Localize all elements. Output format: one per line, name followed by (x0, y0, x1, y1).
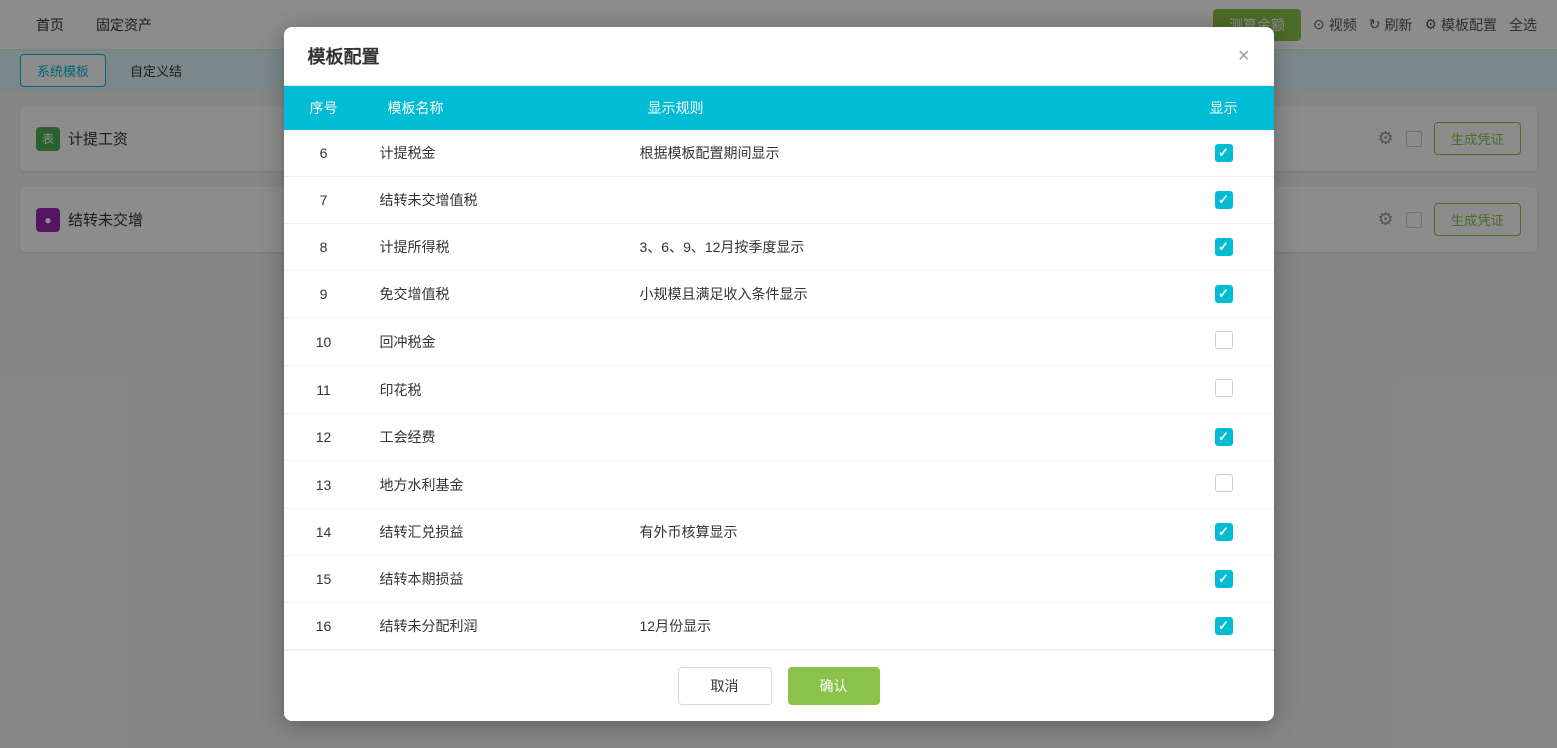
table-row: 11印花税 (284, 366, 1274, 414)
checkbox-7[interactable] (1215, 191, 1233, 209)
table-row: 7结转未交增值税 (284, 177, 1274, 224)
modal-overlay: 模板配置 × 序号 模板名称 显示规则 显示 6计提税金根据模板配置期间显示7结… (0, 0, 1557, 748)
cell-checkbox (1174, 603, 1274, 650)
cell-rule (624, 366, 1174, 414)
cell-index: 9 (284, 271, 364, 318)
cell-checkbox (1174, 414, 1274, 461)
cell-name: 计提所得税 (364, 224, 624, 271)
checkbox-11[interactable] (1215, 379, 1233, 397)
checkbox-6[interactable] (1215, 144, 1233, 162)
checkbox-9[interactable] (1215, 285, 1233, 303)
cell-name: 计提税金 (364, 130, 624, 177)
table-body: 6计提税金根据模板配置期间显示7结转未交增值税8计提所得税3、6、9、12月按季… (284, 130, 1274, 650)
table-row: 8计提所得税3、6、9、12月按季度显示 (284, 224, 1274, 271)
table-row: 15结转本期损益 (284, 556, 1274, 603)
table-row: 6计提税金根据模板配置期间显示 (284, 130, 1274, 177)
cell-index: 16 (284, 603, 364, 650)
col-header-display: 显示 (1174, 86, 1274, 130)
cancel-button[interactable]: 取消 (678, 667, 772, 705)
checkbox-10[interactable] (1215, 331, 1233, 349)
dialog-footer: 取消 确认 (284, 650, 1274, 721)
cell-name: 工会经费 (364, 414, 624, 461)
cell-checkbox (1174, 130, 1274, 177)
cell-rule (624, 318, 1174, 366)
cell-checkbox (1174, 461, 1274, 509)
cell-name: 印花税 (364, 366, 624, 414)
cell-checkbox (1174, 177, 1274, 224)
cell-checkbox (1174, 224, 1274, 271)
cell-name: 结转汇兑损益 (364, 509, 624, 556)
cell-rule: 根据模板配置期间显示 (624, 130, 1174, 177)
dialog-body[interactable]: 序号 模板名称 显示规则 显示 6计提税金根据模板配置期间显示7结转未交增值税8… (284, 86, 1274, 650)
cell-index: 13 (284, 461, 364, 509)
cell-index: 15 (284, 556, 364, 603)
cell-index: 10 (284, 318, 364, 366)
cell-index: 14 (284, 509, 364, 556)
table-row: 10回冲税金 (284, 318, 1274, 366)
dialog-close-button[interactable]: × (1238, 45, 1250, 68)
cell-checkbox (1174, 366, 1274, 414)
checkbox-13[interactable] (1215, 474, 1233, 492)
cell-checkbox (1174, 271, 1274, 318)
confirm-button[interactable]: 确认 (788, 667, 880, 705)
cell-rule: 有外币核算显示 (624, 509, 1174, 556)
table-row: 9免交增值税小规模且满足收入条件显示 (284, 271, 1274, 318)
checkbox-12[interactable] (1215, 428, 1233, 446)
checkbox-8[interactable] (1215, 238, 1233, 256)
checkbox-14[interactable] (1215, 523, 1233, 541)
template-config-dialog: 模板配置 × 序号 模板名称 显示规则 显示 6计提税金根据模板配置期间显示7结… (284, 27, 1274, 721)
cell-index: 7 (284, 177, 364, 224)
cell-name: 免交增值税 (364, 271, 624, 318)
checkbox-15[interactable] (1215, 570, 1233, 588)
cell-checkbox (1174, 318, 1274, 366)
cell-rule (624, 414, 1174, 461)
table-row: 12工会经费 (284, 414, 1274, 461)
dialog-header: 模板配置 × (284, 27, 1274, 86)
cell-name: 回冲税金 (364, 318, 624, 366)
cell-index: 8 (284, 224, 364, 271)
table-header: 序号 模板名称 显示规则 显示 (284, 86, 1274, 130)
col-header-index: 序号 (284, 86, 364, 130)
cell-rule: 小规模且满足收入条件显示 (624, 271, 1174, 318)
dialog-title: 模板配置 (308, 43, 380, 69)
table-row: 14结转汇兑损益有外币核算显示 (284, 509, 1274, 556)
table-row: 16结转未分配利润12月份显示 (284, 603, 1274, 650)
cell-rule: 3、6、9、12月按季度显示 (624, 224, 1174, 271)
config-table: 序号 模板名称 显示规则 显示 6计提税金根据模板配置期间显示7结转未交增值税8… (284, 86, 1274, 650)
cell-checkbox (1174, 509, 1274, 556)
cell-index: 12 (284, 414, 364, 461)
cell-rule (624, 177, 1174, 224)
cell-index: 6 (284, 130, 364, 177)
cell-name: 结转本期损益 (364, 556, 624, 603)
cell-rule (624, 461, 1174, 509)
cell-index: 11 (284, 366, 364, 414)
checkbox-16[interactable] (1215, 617, 1233, 635)
table-row: 13地方水利基金 (284, 461, 1274, 509)
cell-rule (624, 556, 1174, 603)
cell-checkbox (1174, 556, 1274, 603)
cell-name: 结转未分配利润 (364, 603, 624, 650)
cell-name: 地方水利基金 (364, 461, 624, 509)
col-header-name: 模板名称 (364, 86, 624, 130)
cell-name: 结转未交增值税 (364, 177, 624, 224)
col-header-rule: 显示规则 (624, 86, 1174, 130)
cell-rule: 12月份显示 (624, 603, 1174, 650)
